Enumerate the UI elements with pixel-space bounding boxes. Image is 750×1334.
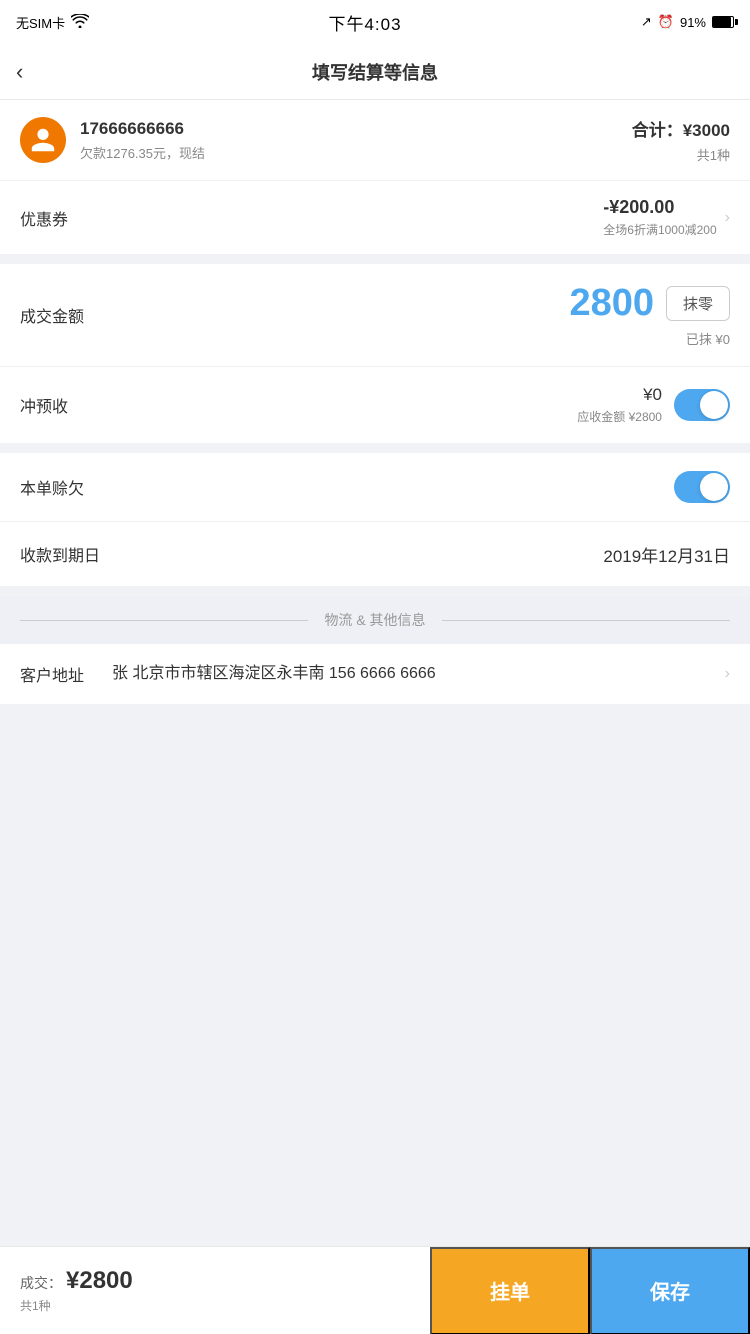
coupon-desc: 全场6折满1000减200 — [603, 221, 716, 238]
main-content: 17666666666 欠款1276.35元，现结 合计：¥3000 共1种 优… — [0, 100, 750, 834]
debt-relief-row: 本单赊欠 — [0, 453, 750, 522]
coupon-discount: -¥200.00 — [603, 197, 716, 218]
coupon-info: -¥200.00 全场6折满1000减200 — [603, 197, 716, 238]
user-icon — [29, 126, 57, 154]
customer-card: 17666666666 欠款1276.35元，现结 合计：¥3000 共1种 优… — [0, 100, 750, 254]
battery-percent: 91% — [680, 15, 706, 30]
status-right: ↗ ⏰ 91% — [641, 14, 734, 30]
total-amount: 合计：¥3000 — [632, 116, 730, 141]
divider-left — [20, 620, 308, 621]
deal-amount-label: 成交金额 — [20, 303, 84, 327]
customer-sub-text: 欠款1276.35元，现结 — [80, 143, 205, 162]
deal-amount-value: 2800 — [569, 282, 654, 325]
divider-right — [442, 620, 730, 621]
customer-right: 合计：¥3000 共1种 — [632, 116, 730, 164]
prepayment-right: ¥0 应收金额 ¥2800 — [577, 385, 730, 425]
bottom-summary: 成交： ¥2800 共1种 — [0, 1267, 430, 1314]
no-sim-text: 无SIM卡 — [16, 13, 65, 32]
debt-relief-card: 本单赊欠 收款到期日 2019年12月31日 — [0, 453, 750, 586]
deal-amount-row-right: 2800 抹零 — [569, 282, 730, 325]
bottom-bar: 成交： ¥2800 共1种 挂单 保存 — [0, 1246, 750, 1334]
toggle-knob — [700, 391, 728, 419]
location-icon: ↗ — [641, 14, 652, 30]
hold-order-button[interactable]: 挂单 — [430, 1247, 590, 1334]
customer-row: 17666666666 欠款1276.35元，现结 合计：¥3000 共1种 — [0, 100, 750, 180]
address-row[interactable]: 客户地址 张 北京市市辖区海淀区永丰南 156 6666 6666 › — [0, 644, 750, 704]
deal-amount-row: 成交金额 2800 抹零 已抹 ¥0 — [0, 264, 750, 367]
address-label: 客户地址 — [20, 662, 100, 686]
customer-left: 17666666666 欠款1276.35元，现结 — [20, 117, 205, 163]
prepayment-amounts: ¥0 应收金额 ¥2800 — [577, 385, 662, 425]
bottom-deal-count: 共1种 — [20, 1297, 410, 1314]
debt-relief-toggle-knob — [700, 473, 728, 501]
coupon-label: 优惠券 — [20, 206, 68, 230]
address-chevron-icon: › — [725, 665, 730, 683]
customer-phone: 17666666666 — [80, 119, 205, 139]
total-count: 共1种 — [632, 145, 730, 164]
status-bar: 无SIM卡 下午4:03 ↗ ⏰ 91% — [0, 0, 750, 44]
due-date-row: 收款到期日 2019年12月31日 — [0, 522, 750, 586]
avatar — [20, 117, 66, 163]
back-button[interactable]: ‹ — [16, 59, 23, 85]
alarm-icon: ⏰ — [658, 14, 674, 30]
debt-relief-label: 本单赊欠 — [20, 475, 84, 499]
bottom-spacer — [0, 714, 750, 734]
nav-bar: ‹ 填写结算等信息 — [0, 44, 750, 100]
prepayment-amount: ¥0 — [577, 385, 662, 405]
logistics-section-header: 物流 & 其他信息 — [0, 596, 750, 644]
save-button[interactable]: 保存 — [590, 1247, 750, 1334]
deal-amount-sub: 已抹 ¥0 — [569, 329, 730, 348]
customer-info: 17666666666 欠款1276.35元，现结 — [80, 119, 205, 162]
prepayment-row: 冲预收 ¥0 应收金额 ¥2800 — [0, 367, 750, 443]
prepayment-label: 冲预收 — [20, 393, 68, 417]
status-left: 无SIM卡 — [16, 13, 89, 32]
deal-amount-right: 2800 抹零 已抹 ¥0 — [569, 282, 730, 348]
chevron-right-icon: › — [725, 209, 730, 227]
battery-icon — [712, 16, 734, 28]
bottom-deal-label: 成交： — [20, 1273, 62, 1293]
coupon-row[interactable]: 优惠券 -¥200.00 全场6折满1000减200 › — [0, 180, 750, 254]
status-time: 下午4:03 — [328, 10, 401, 35]
deal-amount-card: 成交金额 2800 抹零 已抹 ¥0 冲预收 ¥0 应收金额 ¥2800 — [0, 264, 750, 443]
round-zero-button[interactable]: 抹零 — [666, 286, 730, 321]
coupon-right: -¥200.00 全场6折满1000减200 › — [603, 197, 730, 238]
due-date-value: 2019年12月31日 — [603, 542, 730, 567]
prepayment-row-right: ¥0 应收金额 ¥2800 — [577, 385, 730, 425]
page-title: 填写结算等信息 — [312, 59, 438, 85]
prepayment-toggle[interactable] — [674, 389, 730, 421]
prepayment-sub: 应收金额 ¥2800 — [577, 408, 662, 425]
wifi-icon — [71, 14, 89, 31]
address-content: 张 北京市市辖区海淀区永丰南 156 6666 6666 — [100, 662, 725, 686]
bottom-deal-row: 成交： ¥2800 — [20, 1267, 410, 1295]
address-card: 客户地址 张 北京市市辖区海淀区永丰南 156 6666 6666 › — [0, 644, 750, 704]
debt-relief-toggle[interactable] — [674, 471, 730, 503]
bottom-deal-amount: ¥2800 — [66, 1267, 133, 1295]
due-date-label: 收款到期日 — [20, 542, 100, 566]
section-header-text: 物流 & 其他信息 — [324, 610, 425, 630]
